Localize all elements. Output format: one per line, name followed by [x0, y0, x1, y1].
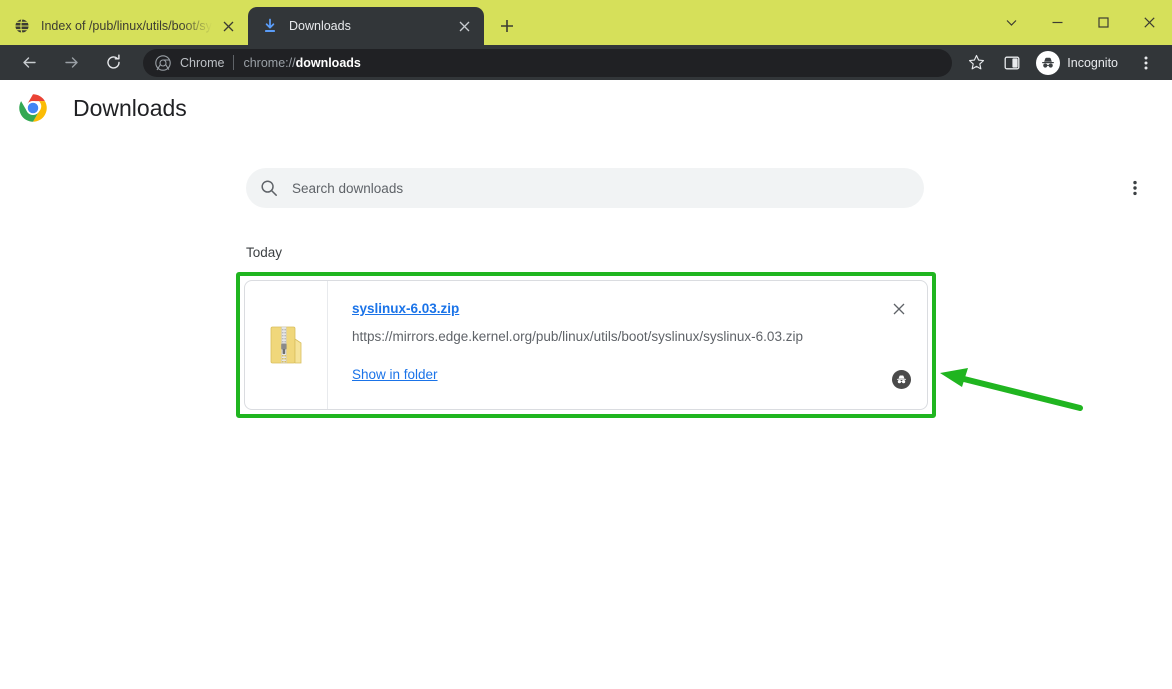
close-icon	[1143, 17, 1155, 28]
maximize-icon	[1097, 17, 1109, 28]
side-panel-icon	[1004, 56, 1020, 69]
back-button[interactable]	[15, 49, 43, 77]
callout-arrow-annotation	[940, 368, 1083, 411]
chevron-down-icon	[1006, 20, 1016, 26]
address-bar[interactable]: Chrome chrome://downloads	[143, 48, 953, 77]
download-file-name-link[interactable]: syslinux-6.03.zip	[352, 300, 459, 318]
window-controls	[988, 0, 1172, 45]
incognito-icon	[1042, 57, 1055, 68]
star-icon	[968, 54, 984, 70]
search-input[interactable]	[292, 180, 910, 196]
close-icon	[893, 303, 905, 315]
omnibox-url-prefix: chrome://	[243, 55, 296, 70]
tab-title: Index of /pub/linux/utils/boot/sy	[41, 19, 212, 33]
downloads-more-menu-button[interactable]	[1120, 173, 1150, 203]
zip-file-icon	[270, 326, 302, 364]
download-icon	[265, 18, 275, 32]
search-downloads-box[interactable]	[246, 168, 924, 208]
new-tab-button[interactable]	[493, 12, 521, 40]
reload-icon	[106, 54, 120, 69]
tab-strip: Index of /pub/linux/utils/boot/sy Downlo…	[0, 0, 1172, 45]
more-vertical-icon	[1144, 56, 1148, 69]
tab-title: Downloads	[289, 19, 351, 33]
arrow-left-icon	[22, 57, 36, 68]
file-icon-column	[245, 281, 328, 409]
forward-button[interactable]	[57, 49, 85, 77]
incognito-icon	[896, 375, 907, 384]
profile-label: Incognito	[1067, 55, 1118, 70]
downloads-header: Downloads	[0, 80, 1172, 136]
chrome-menu-button[interactable]	[1132, 49, 1160, 77]
plus-icon	[501, 20, 513, 32]
omnibox-url: chrome://downloads	[243, 56, 360, 70]
globe-icon	[14, 18, 30, 34]
tab-close-button[interactable]	[454, 16, 474, 36]
omnibox-url-path: downloads	[295, 55, 361, 70]
download-details: syslinux-6.03.zip https://mirrors.edge.k…	[328, 281, 927, 409]
search-icon	[261, 180, 277, 196]
bookmark-button[interactable]	[962, 49, 990, 77]
tab-search-button[interactable]	[988, 0, 1034, 45]
arrow-right-icon	[64, 57, 78, 68]
browser-toolbar: Chrome chrome://downloads Incognito	[0, 45, 1172, 80]
download-source-url: https://mirrors.edge.kernel.org/pub/linu…	[352, 329, 803, 344]
close-icon	[223, 21, 233, 31]
date-heading: Today	[246, 245, 283, 260]
avatar	[1036, 50, 1061, 75]
maximize-button[interactable]	[1080, 0, 1126, 45]
close-icon	[459, 21, 469, 31]
page-title: Downloads	[73, 94, 187, 121]
tab-index-of-pub-linux[interactable]: Index of /pub/linux/utils/boot/sy	[0, 7, 248, 45]
omnibox-brand-label: Chrome	[180, 55, 225, 70]
show-in-folder-link[interactable]: Show in folder	[352, 366, 438, 384]
close-window-button[interactable]	[1126, 0, 1172, 45]
reload-button[interactable]	[99, 49, 127, 77]
download-item: syslinux-6.03.zip https://mirrors.edge.k…	[244, 280, 928, 410]
more-vertical-icon	[1133, 180, 1137, 196]
downloads-page: Downloads Today	[0, 80, 1172, 689]
minimize-icon	[1052, 21, 1062, 24]
tab-downloads[interactable]: Downloads	[248, 7, 484, 45]
chrome-icon	[155, 54, 171, 71]
omnibox-separator	[233, 55, 235, 70]
chrome-logo	[19, 94, 47, 122]
browser-window: Index of /pub/linux/utils/boot/sy Downlo…	[0, 0, 1172, 689]
side-panel-button[interactable]	[998, 49, 1026, 77]
remove-download-button[interactable]	[887, 297, 911, 321]
minimize-button[interactable]	[1034, 0, 1080, 45]
tab-close-button[interactable]	[218, 16, 238, 36]
incognito-download-badge	[892, 370, 911, 389]
profile-chip[interactable]: Incognito	[1034, 49, 1128, 77]
